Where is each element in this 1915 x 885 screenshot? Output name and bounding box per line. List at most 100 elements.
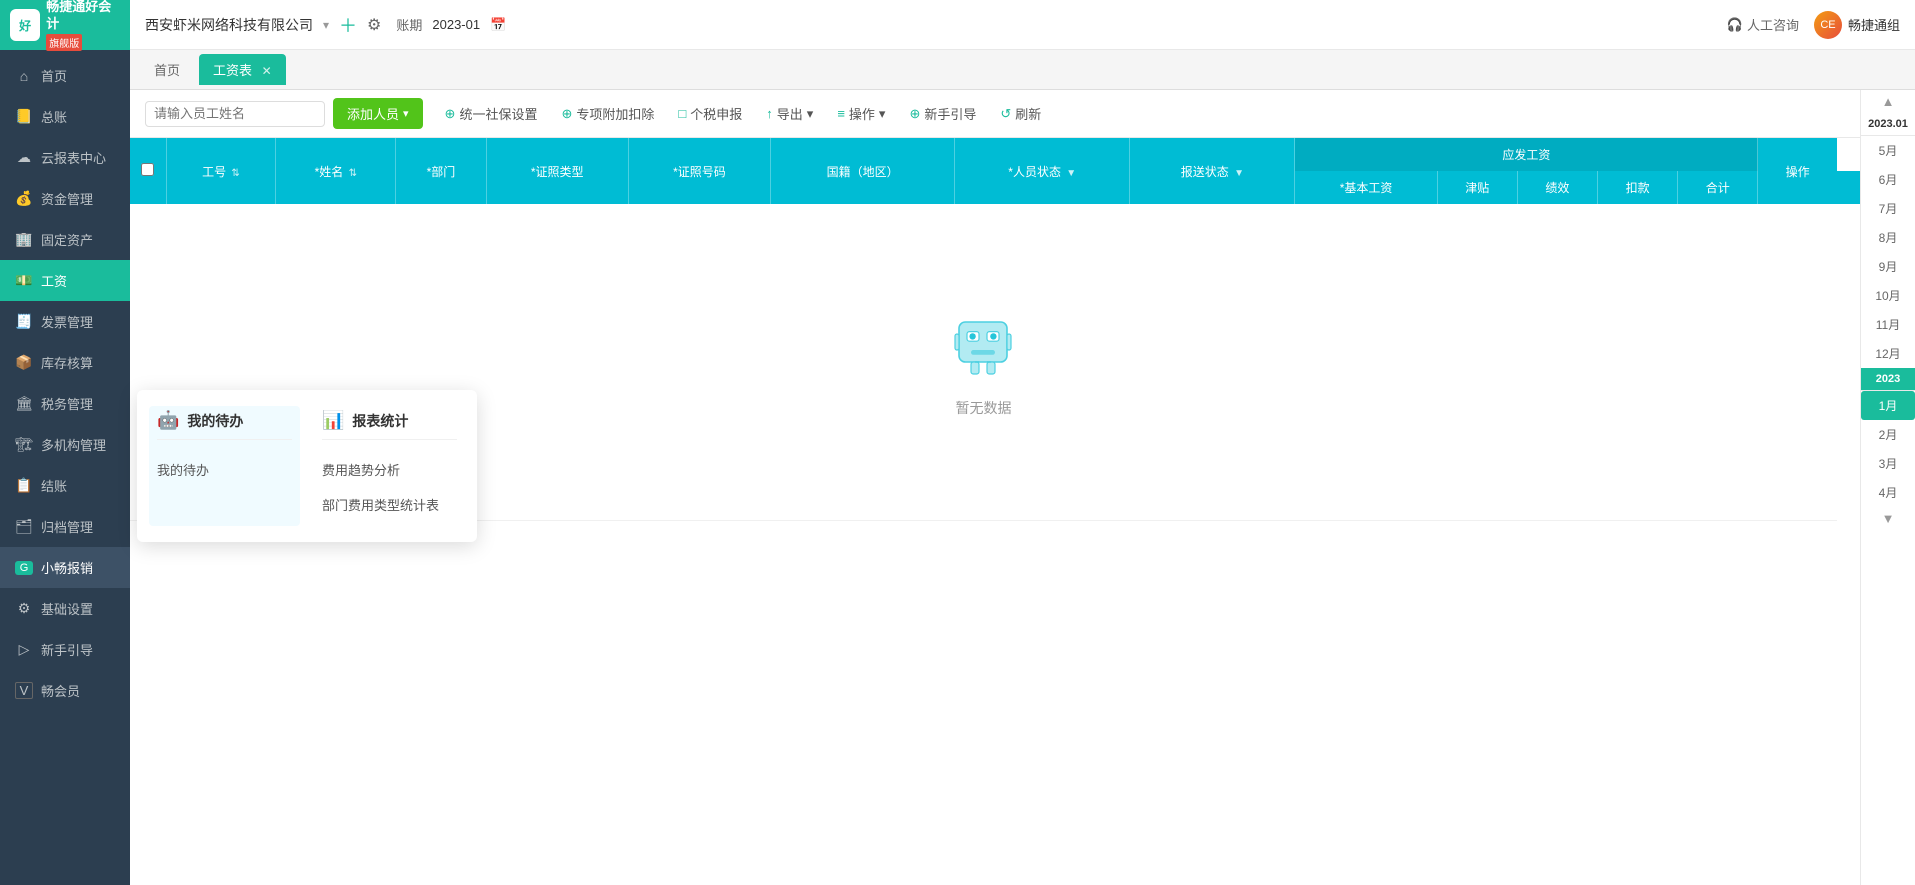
xiaochang-icon: G bbox=[15, 561, 33, 575]
social-security-button[interactable]: ⊕ 统一社保设置 bbox=[439, 100, 544, 127]
sidebar-item-member[interactable]: V 畅会员 bbox=[0, 670, 130, 711]
sidebar-item-ledger[interactable]: 📒 总账 bbox=[0, 96, 130, 137]
sidebar-item-invoice[interactable]: 🧾 发票管理 bbox=[0, 301, 130, 342]
popup-todo-item[interactable]: 我的待办 bbox=[157, 452, 292, 487]
sidebar-item-fixed-asset[interactable]: 🏢 固定资产 bbox=[0, 219, 130, 260]
social-security-label: 统一社保设置 bbox=[459, 104, 537, 123]
export-arrow: ▾ bbox=[807, 106, 814, 122]
sidebar-label-multi-org: 多机构管理 bbox=[41, 435, 106, 454]
deduction-button[interactable]: ⊕ 专项附加扣除 bbox=[555, 100, 660, 127]
col-base-salary: *基本工资 bbox=[1295, 171, 1437, 204]
sidebar-item-fund[interactable]: 💰 资金管理 bbox=[0, 178, 130, 219]
timeline-month-5[interactable]: 5月 bbox=[1861, 136, 1915, 165]
sidebar-item-multi-org[interactable]: 🏗 多机构管理 bbox=[0, 424, 130, 465]
tab-salary-table[interactable]: 工资表 ✕ bbox=[199, 54, 286, 85]
basic-icon: ⚙ bbox=[15, 600, 33, 617]
tax-report-button[interactable]: □ 个税申报 bbox=[672, 100, 748, 127]
person-status-filter-icon[interactable]: ▼ bbox=[1066, 168, 1076, 179]
timeline-panel: ▲ 2023.01 5月 6月 7月 8月 9月 10月 11月 12月 202… bbox=[1860, 90, 1915, 885]
timeline-month-1[interactable]: 1月 bbox=[1861, 391, 1915, 420]
sidebar-item-home[interactable]: ⌂ 首页 bbox=[0, 55, 130, 96]
sidebar-label-fixed-asset: 固定资产 bbox=[41, 230, 93, 249]
home-icon: ⌂ bbox=[15, 68, 33, 84]
sidebar-label-closing: 结账 bbox=[41, 476, 67, 495]
sidebar-item-guide[interactable]: ▷ 新手引导 bbox=[0, 629, 130, 670]
new-guide-button[interactable]: ⊕ 新手引导 bbox=[903, 100, 982, 127]
tax-icon: 🏛 bbox=[15, 395, 33, 412]
timeline-up-nav[interactable]: ▲ bbox=[1861, 90, 1915, 113]
col-report-status: 报送状态 ▼ bbox=[1130, 138, 1295, 204]
timeline-month-9[interactable]: 9月 bbox=[1861, 252, 1915, 281]
col-allowance: 津贴 bbox=[1437, 171, 1517, 204]
popup-todo-col: 🤖 我的待办 我的待办 bbox=[149, 406, 300, 526]
timeline-down-nav[interactable]: ▼ bbox=[1861, 507, 1915, 530]
app-name: 畅捷通好会计 bbox=[46, 0, 120, 32]
guide-icon: ▷ bbox=[15, 641, 33, 658]
sidebar-item-salary[interactable]: 💵 工资 bbox=[0, 260, 130, 301]
timeline-month-8[interactable]: 8月 bbox=[1861, 223, 1915, 252]
sort-name-icon[interactable]: ⇅ bbox=[349, 168, 357, 179]
tab-salary-label: 工资表 bbox=[213, 63, 252, 78]
col-total: 合计 bbox=[1678, 171, 1758, 204]
tab-close-icon[interactable]: ✕ bbox=[262, 64, 272, 78]
popup-report-item-1[interactable]: 费用趋势分析 bbox=[322, 452, 457, 487]
tax-report-label: 个税申报 bbox=[690, 104, 742, 123]
sidebar-label-xiaochang: 小畅报销 bbox=[41, 558, 93, 577]
fixed-asset-icon: 🏢 bbox=[15, 231, 33, 248]
timeline-month-2[interactable]: 2月 bbox=[1861, 420, 1915, 449]
calendar-icon[interactable]: 📅 bbox=[490, 17, 506, 33]
sort-id-icon[interactable]: ⇅ bbox=[231, 168, 239, 179]
sidebar-label-basic: 基础设置 bbox=[41, 599, 93, 618]
toolbar-actions: ⊕ 统一社保设置 ⊕ 专项附加扣除 □ 个税申报 ↑ 导出 ▾ ≡ 操作 ▾ bbox=[439, 100, 1048, 127]
add-company-button[interactable]: ＋ bbox=[339, 12, 357, 38]
sidebar-item-xiaochang[interactable]: G 小畅报销 bbox=[0, 547, 130, 588]
report-status-filter-icon[interactable]: ▼ bbox=[1234, 168, 1244, 179]
search-input[interactable] bbox=[154, 106, 330, 121]
closing-icon: 📋 bbox=[15, 477, 33, 494]
timeline-month-6[interactable]: 6月 bbox=[1861, 165, 1915, 194]
settings-icon[interactable]: ⚙ bbox=[367, 15, 381, 35]
sidebar-item-inventory[interactable]: 📦 库存核算 bbox=[0, 342, 130, 383]
timeline-month-11[interactable]: 11月 bbox=[1861, 310, 1915, 339]
avatar: CE bbox=[1814, 11, 1842, 39]
logo-text-block: 畅捷通好会计 旗舰版 bbox=[46, 0, 120, 51]
col-name: *姓名 ⇅ bbox=[276, 138, 396, 204]
sidebar-item-archive[interactable]: 🗂 归档管理 bbox=[0, 506, 130, 547]
sidebar-label-invoice: 发票管理 bbox=[41, 312, 93, 331]
company-dropdown-icon[interactable]: ▾ bbox=[323, 18, 329, 32]
popup-columns: 🤖 我的待办 我的待办 📊 报表统计 费用趋势分析 部门费用类型统计表 bbox=[157, 410, 457, 522]
invoice-icon: 🧾 bbox=[15, 313, 33, 330]
sidebar-item-tax[interactable]: 🏛 税务管理 bbox=[0, 383, 130, 424]
timeline-month-3[interactable]: 3月 bbox=[1861, 449, 1915, 478]
add-btn-arrow-icon: ▾ bbox=[403, 107, 409, 120]
service-button[interactable]: 🎧 人工咨询 bbox=[1727, 15, 1799, 34]
timeline-month-7[interactable]: 7月 bbox=[1861, 194, 1915, 223]
sidebar-item-cloud-report[interactable]: ☁ 云报表中心 bbox=[0, 137, 130, 178]
operate-arrow: ▾ bbox=[879, 106, 886, 122]
archive-icon: 🗂 bbox=[15, 518, 33, 535]
empty-text: 暂无数据 bbox=[955, 398, 1011, 418]
export-button[interactable]: ↑ 导出 ▾ bbox=[760, 100, 819, 127]
sidebar-item-closing[interactable]: 📋 结账 bbox=[0, 465, 130, 506]
col-operate: 操作 bbox=[1758, 138, 1837, 204]
timeline-month-12[interactable]: 12月 bbox=[1861, 339, 1915, 368]
popup-report-col: 📊 报表统计 费用趋势分析 部门费用类型统计表 bbox=[322, 410, 457, 522]
user-menu[interactable]: CE 畅捷通组 bbox=[1814, 11, 1900, 39]
deduction-label: 专项附加扣除 bbox=[576, 104, 654, 123]
export-label: 导出 bbox=[777, 104, 803, 123]
timeline-month-4[interactable]: 4月 bbox=[1861, 478, 1915, 507]
operate-button[interactable]: ≡ 操作 ▾ bbox=[831, 100, 891, 127]
add-person-button[interactable]: 添加人员 ▾ bbox=[333, 98, 423, 129]
period-value: 2023-01 bbox=[432, 17, 480, 32]
refresh-button[interactable]: ↺ 刷新 bbox=[994, 100, 1047, 127]
period-label: 账期 bbox=[396, 15, 422, 34]
todo-icon: 🤖 bbox=[157, 410, 179, 431]
refresh-label: 刷新 bbox=[1015, 104, 1041, 123]
timeline-year-label: 2023.01 bbox=[1861, 113, 1915, 136]
timeline-month-10[interactable]: 10月 bbox=[1861, 281, 1915, 310]
sidebar-item-basic[interactable]: ⚙ 基础设置 bbox=[0, 588, 130, 629]
tab-home[interactable]: 首页 bbox=[140, 54, 194, 85]
inventory-icon: 📦 bbox=[15, 354, 33, 371]
popup-report-item-2[interactable]: 部门费用类型统计表 bbox=[322, 487, 457, 522]
select-all-checkbox[interactable] bbox=[141, 163, 154, 176]
